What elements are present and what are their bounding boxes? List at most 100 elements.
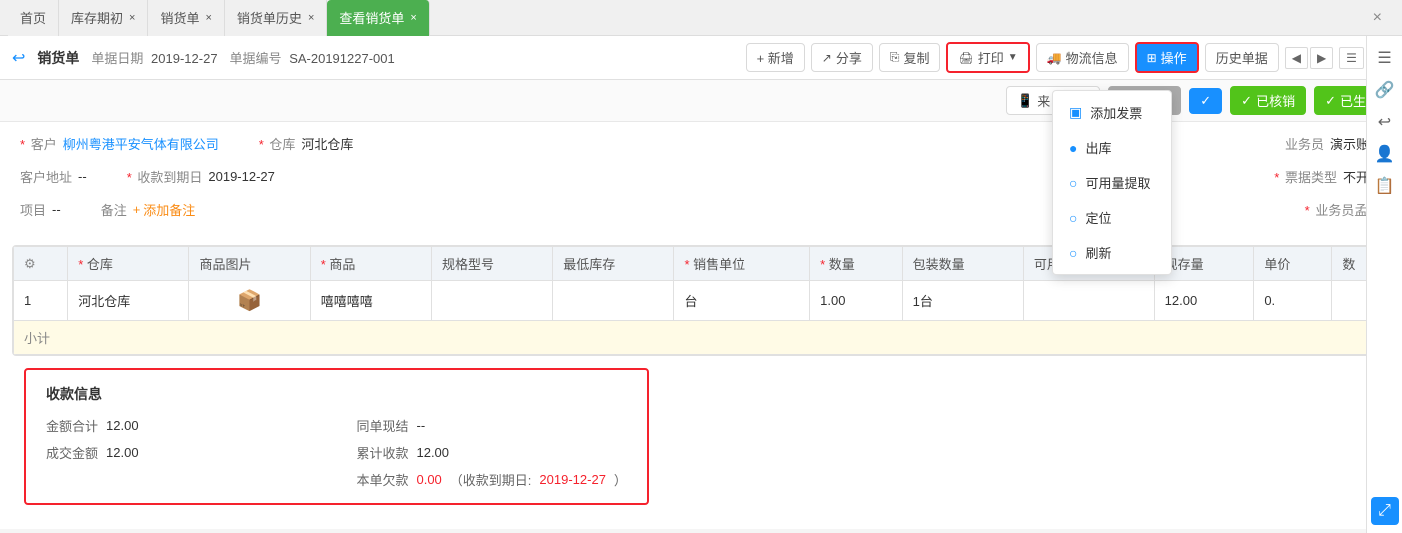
cell-index: 1 xyxy=(14,281,68,321)
payment-due-value: 2019-12-27 xyxy=(208,169,275,184)
cell-pack-quantity: 1台 xyxy=(902,281,1023,321)
gear-icon: ⚙ xyxy=(24,256,36,271)
dropdown-add-invoice[interactable]: ▣ 添加发票 xyxy=(1053,95,1171,130)
payment-info-container: 收款信息 金额合计 12.00 同单现结 -- 成交金额 12.00 累计收款 … xyxy=(0,356,1402,529)
cell-quantity: 1.00 xyxy=(810,281,902,321)
sidebar-icon-5[interactable]: 📋 xyxy=(1371,172,1399,200)
cell-current-stock: 12.00 xyxy=(1154,281,1254,321)
header-right: + 新增 ↗ 分享 ⎘ 复制 🖨 打印 ▼ 🚚 物流信息 ⊞ 操作 xyxy=(746,42,1390,73)
operations-dropdown: ▣ 添加发票 ● 出库 ○ 可用量提取 ○ 定位 ○ 刷新 xyxy=(1052,90,1172,275)
cell-spec xyxy=(431,281,552,321)
locate-icon: ○ xyxy=(1069,210,1077,226)
tab-sales-order[interactable]: 销货单 × xyxy=(148,0,224,36)
cell-image: 📦 xyxy=(189,281,310,321)
col-settings[interactable]: ⚙ xyxy=(14,247,68,281)
new-button[interactable]: + 新增 xyxy=(746,43,805,72)
project-field: 项目 -- xyxy=(20,200,61,219)
refresh-icon: ○ xyxy=(1069,245,1077,261)
number-meta: 单据编号 SA-20191227-001 xyxy=(230,48,395,67)
header-bar: ↩ 销货单 单据日期 2019-12-27 单据编号 SA-20191227-0… xyxy=(0,36,1402,80)
logistics-button[interactable]: 🚚 物流信息 xyxy=(1036,43,1129,72)
nav-arrows: ◀ ▶ xyxy=(1285,47,1333,69)
cell-min-stock xyxy=(553,281,674,321)
share-button[interactable]: ↗ 分享 xyxy=(811,43,873,72)
sidebar-icon-3[interactable]: ↩ xyxy=(1371,108,1399,136)
dropdown-outbound[interactable]: ● 出库 xyxy=(1053,130,1171,165)
settlement-value: -- xyxy=(416,418,425,433)
col-product: * 商品 xyxy=(310,247,431,281)
tab-view-sales[interactable]: 查看销货单 × xyxy=(327,0,429,36)
window-close-button[interactable]: × xyxy=(1361,9,1394,27)
form-row-2: 客户地址 -- * 收款到期日 2019-12-27 * 票据类型 不开票 xyxy=(20,167,1382,186)
dropdown-available-qty[interactable]: ○ 可用量提取 xyxy=(1053,165,1171,200)
product-image: 📦 xyxy=(237,290,262,312)
dropdown-locate[interactable]: ○ 定位 xyxy=(1053,200,1171,235)
address-field: 客户地址 -- xyxy=(20,167,87,186)
payment-title: 收款信息 xyxy=(46,384,627,404)
payment-row-transaction: 成交金额 12.00 xyxy=(46,443,316,462)
data-table: ⚙ * 仓库 商品图片 * 商品 规格型号 最低库存 * 销售单位 * 数量 包… xyxy=(13,246,1389,355)
list-view-icon[interactable]: ☰ xyxy=(1339,47,1364,69)
payment-row-total: 金额合计 12.00 xyxy=(46,416,316,435)
invoice-icon: ▣ xyxy=(1069,104,1082,121)
history-button[interactable]: 历史单据 xyxy=(1205,43,1279,72)
sidebar-icon-2[interactable]: 🔗 xyxy=(1371,76,1399,104)
table-row: 1 河北仓库 📦 嘻嘻嘻嘻 台 1.00 1台 12.00 0. xyxy=(14,281,1389,321)
phone-icon: 📱 xyxy=(1017,93,1033,109)
col-sales-unit: * 销售单位 xyxy=(674,247,810,281)
total-amount-value: 12.00 xyxy=(106,418,139,433)
tab-inventory-init[interactable]: 库存期初 × xyxy=(59,0,148,36)
tab-close-sales-history[interactable]: × xyxy=(308,12,314,24)
transaction-value: 12.00 xyxy=(106,445,139,460)
print-button[interactable]: 🖨 打印 ▼ xyxy=(946,42,1029,73)
cell-available xyxy=(1023,281,1154,321)
already-voided-button[interactable]: ✓ 已核销 xyxy=(1230,86,1306,115)
address-value: -- xyxy=(78,169,87,184)
sidebar-icon-4[interactable]: 👤 xyxy=(1371,140,1399,168)
outbound-icon: ● xyxy=(1069,140,1077,156)
warehouse-field: * 仓库 河北仓库 xyxy=(259,134,354,153)
warehouse-value: 河北仓库 xyxy=(301,134,353,153)
note-field: 备注 + + 添加备注 添加备注 xyxy=(101,200,196,219)
checkmark-icon: ✓ xyxy=(1241,93,1252,109)
tab-close-view-sales[interactable]: × xyxy=(410,12,416,24)
add-note-button[interactable]: + + 添加备注 添加备注 xyxy=(133,200,196,219)
next-arrow[interactable]: ▶ xyxy=(1310,47,1333,69)
payment-row-due: 本单欠款 0.00 （收款到期日: 2019-12-27 ） xyxy=(356,470,626,489)
form-row-3: 项目 -- 备注 + + 添加备注 添加备注 * 业务员孟 -- xyxy=(20,200,1382,219)
col-spec: 规格型号 xyxy=(431,247,552,281)
col-quantity: * 数量 xyxy=(810,247,902,281)
payment-grid: 金额合计 12.00 同单现结 -- 成交金额 12.00 累计收款 12.00 xyxy=(46,416,627,489)
dropdown-refresh[interactable]: ○ 刷新 xyxy=(1053,235,1171,270)
cell-warehouse: 河北仓库 xyxy=(68,281,189,321)
tab-bar: 首页 库存期初 × 销货单 × 销货单历史 × 查看销货单 × × xyxy=(0,0,1402,36)
sidebar-icon-1[interactable]: ☰ xyxy=(1371,44,1399,72)
tab-sales-history[interactable]: 销货单历史 × xyxy=(225,0,327,36)
payment-row-settlement: 同单现结 -- xyxy=(356,416,626,435)
tab-home[interactable]: 首页 xyxy=(8,0,59,36)
header-left: ↩ 销货单 单据日期 2019-12-27 单据编号 SA-20191227-0… xyxy=(12,48,395,68)
form-row-1: * * 客户客户 柳州粤港平安气体有限公司 * 仓库 河北仓库 业务员 演示账号 xyxy=(20,134,1382,153)
subtotal-cell: 小计 xyxy=(14,321,1389,355)
col-warehouse: * 仓库 xyxy=(68,247,189,281)
table-header-row: ⚙ * 仓库 商品图片 * 商品 规格型号 最低库存 * 销售单位 * 数量 包… xyxy=(14,247,1389,281)
operations-button[interactable]: ⊞ 操作 xyxy=(1135,42,1199,73)
col-pack-quantity: 包装数量 xyxy=(902,247,1023,281)
prev-arrow[interactable]: ◀ xyxy=(1285,47,1308,69)
doc-title: 销货单 xyxy=(37,48,79,68)
action-bar: 📱 来自手机 未开票 ✓ ✓ 已核销 ✓ 已生效 xyxy=(0,80,1402,122)
tab-close-sales-order[interactable]: × xyxy=(205,12,211,24)
col-unit-price: 单价 xyxy=(1254,247,1332,281)
customer-value[interactable]: 柳州粤港平安气体有限公司 xyxy=(63,134,219,153)
tab-close-inventory-init[interactable]: × xyxy=(129,12,135,24)
copy-button[interactable]: ⎘ 复制 xyxy=(879,43,941,72)
cell-sales-unit: 台 xyxy=(674,281,810,321)
payment-section: 收款信息 金额合计 12.00 同单现结 -- 成交金额 12.00 累计收款 … xyxy=(24,368,649,505)
main-content: ↩ 销货单 单据日期 2019-12-27 单据编号 SA-20191227-0… xyxy=(0,36,1402,529)
due-value: 0.00 xyxy=(416,472,441,487)
check-icon-button[interactable]: ✓ xyxy=(1189,88,1222,114)
sidebar-icon-6[interactable]: ⤢ xyxy=(1371,497,1399,525)
checkmark-icon2: ✓ xyxy=(1325,93,1336,109)
subtotal-row: 小计 xyxy=(14,321,1389,355)
cumulative-value: 12.00 xyxy=(416,445,449,460)
